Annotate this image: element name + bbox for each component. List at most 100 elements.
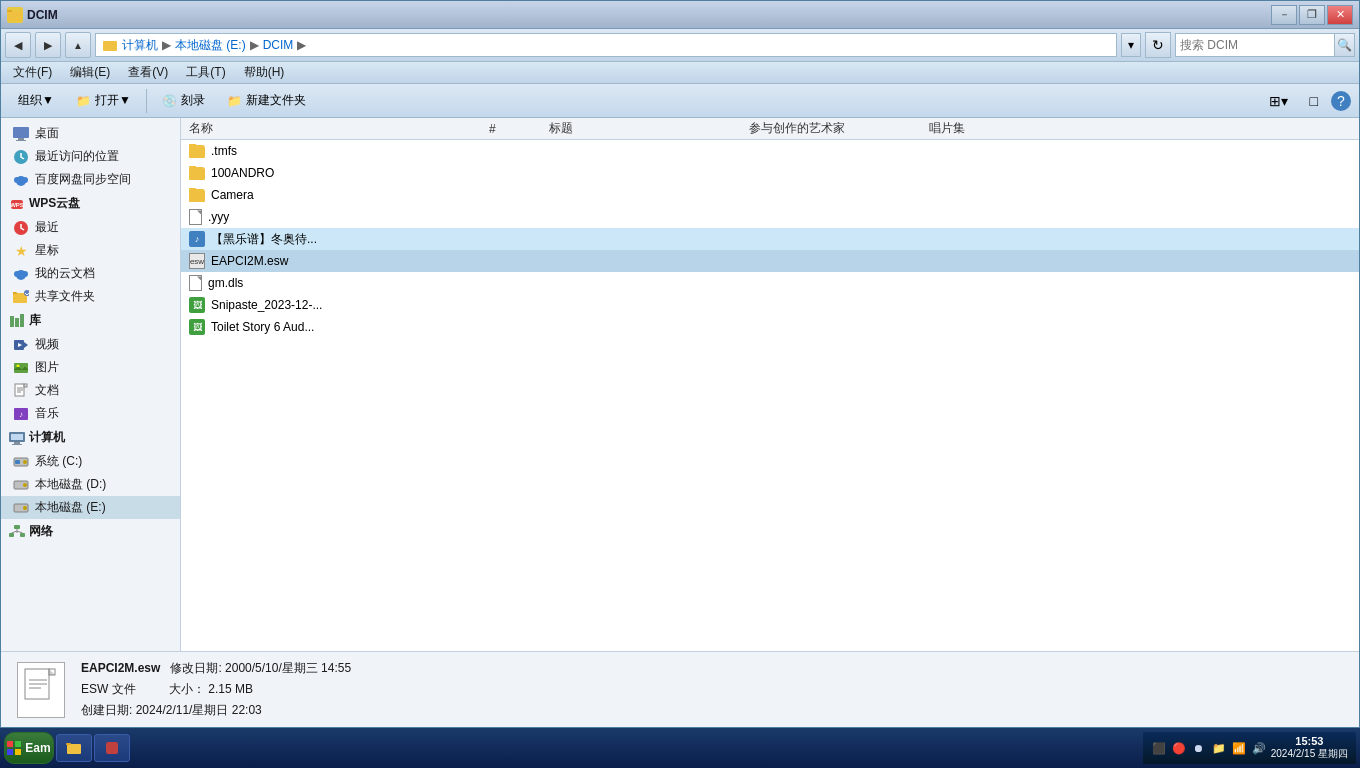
- new-folder-button[interactable]: 📁 新建文件夹: [218, 87, 315, 115]
- burn-label: 刻录: [181, 92, 205, 109]
- drive-d-icon: [13, 477, 29, 493]
- file-list: .tmfs 100ANDRO: [181, 140, 1359, 651]
- svg-rect-42: [12, 444, 22, 445]
- open-button[interactable]: 📁 打开▼: [67, 87, 140, 115]
- restore-button[interactable]: ❐: [1299, 5, 1325, 25]
- taskbar-explorer-button[interactable]: [56, 734, 92, 762]
- table-row[interactable]: .tmfs: [181, 140, 1359, 162]
- video-label: 视频: [35, 336, 59, 353]
- close-button[interactable]: ✕: [1327, 5, 1353, 25]
- table-row[interactable]: 100ANDRO: [181, 162, 1359, 184]
- burn-button[interactable]: 💿 刻录: [153, 87, 214, 115]
- preview-toggle-button[interactable]: □: [1301, 87, 1327, 115]
- tray-icon-rec[interactable]: ⏺: [1191, 740, 1207, 756]
- sidebar-item-image[interactable]: 图片: [1, 356, 180, 379]
- tray-icon-usb[interactable]: ⬛: [1151, 740, 1167, 756]
- menu-view[interactable]: 查看(V): [120, 62, 176, 83]
- cloud-docs-icon: [13, 266, 29, 282]
- table-row[interactable]: gm.dls: [181, 272, 1359, 294]
- forward-button[interactable]: ▶: [35, 32, 61, 58]
- system-clock[interactable]: 15:53 2024/2/15 星期四: [1271, 735, 1348, 761]
- sidebar-item-star[interactable]: ★ 星标: [1, 239, 180, 262]
- addressbar: ◀ ▶ ▲ 计算机 ▶ 本地磁盘 (E:) ▶ DCIM ▶ ▾ ↻ 🔍: [1, 29, 1359, 61]
- table-row[interactable]: 🖼 Snipaste_2023-12-...: [181, 294, 1359, 316]
- col-number[interactable]: #: [489, 122, 529, 136]
- menu-edit[interactable]: 编辑(E): [62, 62, 118, 83]
- taskbar-app-button[interactable]: [94, 734, 130, 762]
- folder-icon: [189, 189, 205, 202]
- file-name: 100ANDRO: [211, 166, 274, 180]
- path-drive-e[interactable]: 本地磁盘 (E:): [175, 37, 246, 54]
- col-name[interactable]: 名称: [189, 120, 469, 137]
- tray-icon-network[interactable]: 📶: [1231, 740, 1247, 756]
- video-icon: [13, 337, 29, 353]
- menu-file[interactable]: 文件(F): [5, 62, 60, 83]
- menu-help[interactable]: 帮助(H): [236, 62, 293, 83]
- view-toggle-button[interactable]: ⊞▾: [1260, 87, 1297, 115]
- svg-rect-71: [106, 742, 118, 754]
- network-label: 网络: [29, 523, 53, 540]
- sidebar-item-drive-c[interactable]: 系统 (C:): [1, 450, 180, 473]
- svg-rect-19: [13, 292, 17, 294]
- sidebar-section-computer[interactable]: 计算机: [1, 425, 180, 450]
- menu-tools[interactable]: 工具(T): [178, 62, 233, 83]
- sidebar-section-wps[interactable]: WPS WPS云盘: [1, 191, 180, 216]
- svg-rect-2: [7, 10, 12, 12]
- address-dropdown[interactable]: ▾: [1121, 33, 1141, 57]
- svg-rect-52: [14, 525, 20, 529]
- sidebar-section-network[interactable]: 网络: [1, 519, 180, 544]
- statusbar: EAPCI2M.esw 修改日期: 2000/5/10/星期三 14:55 ES…: [1, 651, 1359, 727]
- sidebar-section-library[interactable]: 库: [1, 308, 180, 333]
- sidebar-item-drive-d[interactable]: 本地磁盘 (D:): [1, 473, 180, 496]
- refresh-button[interactable]: ↻: [1145, 32, 1171, 58]
- path-computer[interactable]: 计算机: [122, 37, 158, 54]
- svg-point-9: [14, 177, 20, 183]
- table-row[interactable]: 🖼 Toilet Story 6 Aud...: [181, 316, 1359, 338]
- search-box: 🔍: [1175, 33, 1355, 57]
- star-label: 星标: [35, 242, 59, 259]
- file-name-info: EAPCI2M.esw 修改日期: 2000/5/10/星期三 14:55: [81, 660, 351, 677]
- tray-icon-volume[interactable]: 🔊: [1251, 740, 1267, 756]
- sidebar-item-cloud-docs[interactable]: 我的云文档: [1, 262, 180, 285]
- tray-icon-folder[interactable]: 📁: [1211, 740, 1227, 756]
- up-button[interactable]: ▲: [65, 32, 91, 58]
- table-row[interactable]: Camera: [181, 184, 1359, 206]
- sidebar-item-desktop[interactable]: 桌面: [1, 122, 180, 145]
- open-label: 打开▼: [95, 92, 131, 109]
- table-row[interactable]: ♪ 【黑乐谱】冬奥待...: [181, 228, 1359, 250]
- computer-label: 计算机: [29, 429, 65, 446]
- tray-icon-stop[interactable]: 🔴: [1171, 740, 1187, 756]
- sidebar-item-video[interactable]: 视频: [1, 333, 180, 356]
- svg-marker-27: [24, 342, 28, 348]
- modified-value: 2000/5/10/星期三 14:55: [225, 661, 351, 675]
- table-row[interactable]: esw EAPCI2M.esw: [181, 250, 1359, 272]
- sidebar-item-document[interactable]: 文档: [1, 379, 180, 402]
- start-button[interactable]: Eam: [4, 732, 54, 764]
- explorer-icon: [66, 740, 82, 756]
- col-title[interactable]: 标题: [549, 120, 729, 137]
- sidebar-item-recent2[interactable]: 最近: [1, 216, 180, 239]
- minimize-button[interactable]: －: [1271, 5, 1297, 25]
- sidebar-item-music[interactable]: ♪ 音乐: [1, 402, 180, 425]
- path-dcim[interactable]: DCIM: [263, 38, 294, 52]
- col-album[interactable]: 唱片集: [929, 120, 1049, 137]
- sidebar-item-shared[interactable]: 共享文件夹: [1, 285, 180, 308]
- titlebar: DCIM － ❐ ✕: [1, 1, 1359, 29]
- clock-time: 15:53: [1271, 735, 1348, 747]
- col-artist[interactable]: 参与创作的艺术家: [749, 120, 909, 137]
- search-input[interactable]: [1176, 34, 1334, 56]
- titlebar-title: DCIM: [27, 8, 58, 22]
- back-button[interactable]: ◀: [5, 32, 31, 58]
- help-button[interactable]: ?: [1331, 91, 1351, 111]
- desktop-label: 桌面: [35, 125, 59, 142]
- file-name: 【黑乐谱】冬奥待...: [211, 231, 317, 248]
- table-row[interactable]: .yyy: [181, 206, 1359, 228]
- svg-point-51: [23, 506, 27, 510]
- sidebar-item-baidu[interactable]: 百度网盘同步空间: [1, 168, 180, 191]
- desktop-icon: [13, 126, 29, 142]
- organize-button[interactable]: 组织▼: [9, 87, 63, 115]
- column-headers: 名称 # 标题 参与创作的艺术家 唱片集: [181, 118, 1359, 140]
- search-button[interactable]: 🔍: [1334, 34, 1354, 56]
- sidebar-item-drive-e[interactable]: 本地磁盘 (E:): [1, 496, 180, 519]
- sidebar-item-recent[interactable]: 最近访问的位置: [1, 145, 180, 168]
